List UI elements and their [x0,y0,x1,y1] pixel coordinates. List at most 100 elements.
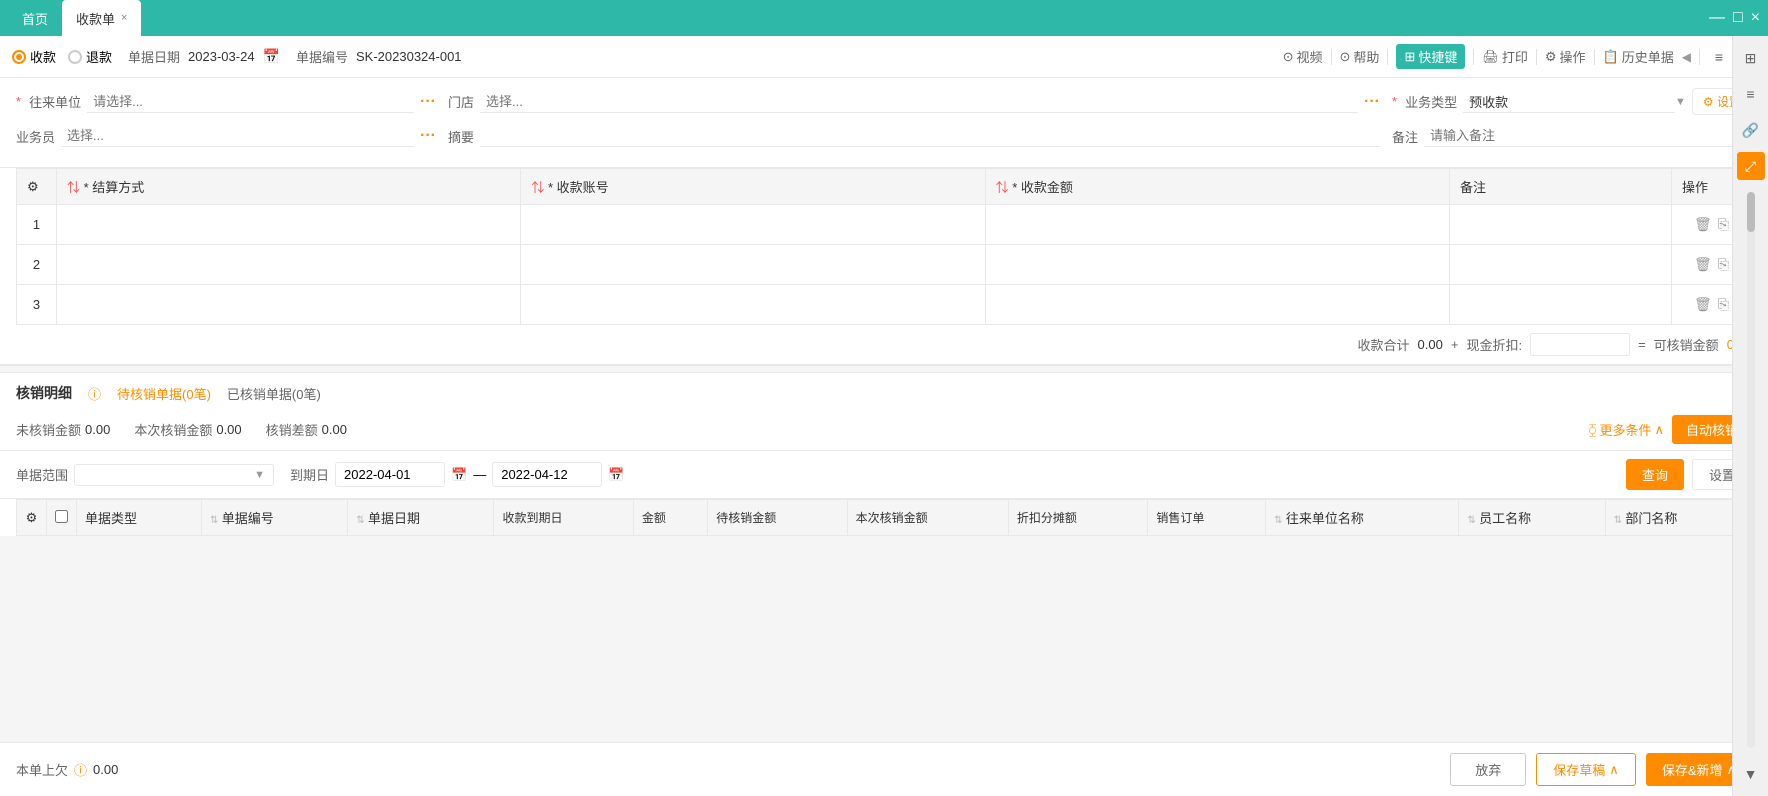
sidebar-table-icon[interactable]: ⊞ [1737,44,1765,72]
range-dropdown-arrow: ▼ [254,469,265,481]
row-3-amount[interactable] [985,285,1449,325]
tab-bar: 首页 收款单 × — □ × [0,0,1768,36]
bth-sales-order: 销售订单 [1148,500,1266,536]
maximize-icon[interactable]: □ [1733,9,1743,27]
more-conditions-btn[interactable]: ⧲ 更多条件 ∧ [1589,420,1664,439]
gear-icon-bottom: ⚙ [26,510,38,525]
draft-btn-label: 保存草稿 [1553,760,1605,779]
tab-pending[interactable]: 待核销单据(0笔) [117,384,211,403]
divider-3 [1473,49,1474,65]
footer-val: 0.00 [93,762,118,777]
row-3-settlement[interactable] [57,285,521,325]
info-icon[interactable]: ⓘ [88,384,101,403]
tab-close-icon[interactable]: × [121,12,127,24]
biz-type-input[interactable] [1463,91,1675,113]
close-icon[interactable]: × [1751,9,1760,27]
chevron-up-icon: ∧ [1654,422,1664,438]
staff-more-btn[interactable]: ··· [420,127,436,145]
ops-icon: ⚙ [1545,49,1557,65]
discount-input[interactable] [1530,333,1630,356]
row-3-account[interactable] [521,285,985,325]
list-view-icon[interactable]: ≡ [1708,46,1730,68]
print-btn[interactable]: 🖨 打印 [1482,47,1528,66]
delete-icon-3[interactable]: 🗑 [1694,296,1712,313]
row-3-remark[interactable] [1449,285,1671,325]
ops-btn[interactable]: ⚙ 操作 [1545,47,1586,66]
biz-type-arrow[interactable]: ▼ [1675,96,1686,108]
row-1-amount[interactable] [985,205,1449,245]
sidebar-expand-icon[interactable]: ⤢ [1737,152,1765,180]
doc-date-value: 2023-03-24 [188,49,255,64]
sidebar-link-icon[interactable]: 🔗 [1737,116,1765,144]
footer-info-icon[interactable]: ⓘ [74,760,87,779]
row-2-amount[interactable] [985,245,1449,285]
row-2-account[interactable] [521,245,985,285]
date-from-input[interactable] [335,462,445,487]
staff-field: 业务员 ··· [16,125,436,147]
counterparty-input[interactable] [87,91,414,113]
row-1-account[interactable] [521,205,985,245]
sidebar-list-icon[interactable]: ≡ [1737,80,1765,108]
tab-home[interactable]: 首页 [8,0,62,36]
video-btn[interactable]: ⊙ 视频 [1283,47,1323,66]
copy-icon-1[interactable]: ⎘ [1718,216,1729,233]
bottom-table: ⚙ 单据类型 ⇅ 单据编号 ⇅ [16,499,1752,536]
staff-input[interactable] [61,125,414,147]
shortcut-btn[interactable]: ⊞ 快捷键 [1396,44,1465,69]
radio-shouquan[interactable]: 收款 [12,47,56,66]
bth-checkbox-col[interactable] [47,500,77,536]
minimize-icon[interactable]: — [1709,9,1725,27]
store-more-btn[interactable]: ··· [1364,93,1380,111]
th-gear[interactable]: ⚙ [17,169,57,205]
tab-done[interactable]: 已核销单据(0笔) [227,384,321,403]
query-btn[interactable]: 查询 [1626,459,1684,490]
radio-tuiquan[interactable]: 退款 [68,47,112,66]
bth-staff: ⇅ 员工名称 [1459,500,1605,536]
bth-checkbox[interactable]: ⚙ [17,500,47,536]
delete-icon-1[interactable]: 🗑 [1694,216,1712,233]
help-btn[interactable]: ⊙ 帮助 [1340,47,1380,66]
scrollbar-track[interactable] [1747,192,1755,748]
bth-due: 收款到期日 [494,500,633,536]
this-check-val: 0.00 [216,422,241,437]
date-from-cal-icon[interactable]: 📅 [451,467,467,483]
copy-icon-2[interactable]: ⎘ [1718,256,1729,273]
doc-no-label: 单据编号 [296,47,348,66]
summary-row: 收款合计 0.00 + 现金折扣: = 可核销金额 0.00 [0,325,1768,365]
date-to-input[interactable] [492,462,602,487]
table-container: ⚙ ⇅ * 结算方式 ⇅ * 收款账号 ⇅ * 收款金额 [0,168,1768,325]
delete-icon-2[interactable]: 🗑 [1694,256,1712,273]
toolbar-right: ⊙ 视频 ⊙ 帮助 ⊞ 快捷键 🖨 打印 [1283,44,1756,69]
filter-row: 单据范围 ▼ 到期日 📅 — 📅 查询 设置 [0,450,1768,499]
bth-discount: 折扣分摊额 [1008,500,1147,536]
diff-val: 0.00 [322,422,347,437]
range-select[interactable]: ▼ [74,464,274,486]
row-2-settlement[interactable] [57,245,521,285]
section-title: 核销明细 [16,383,72,403]
row-2-remark[interactable] [1449,245,1671,285]
history-btn[interactable]: 📋 历史单据 [1603,47,1674,66]
scrollbar-thumb[interactable] [1747,192,1755,232]
store-input[interactable] [480,91,1358,113]
calendar-icon[interactable]: 📅 [263,48,280,65]
select-all-checkbox[interactable] [55,510,68,523]
this-check-label: 本次核销金额 [134,420,212,439]
nav-prev-icon[interactable]: ◀ [1682,50,1691,64]
more-conditions-label: 更多条件 [1599,420,1651,439]
summary-input[interactable] [480,125,1380,147]
counterparty-more-btn[interactable]: ··· [420,93,436,111]
sidebar-down-icon[interactable]: ▼ [1737,760,1765,788]
draft-btn[interactable]: 保存草稿 ∧ [1536,753,1636,786]
radio-dot-active [12,50,26,64]
date-to-cal-icon[interactable]: 📅 [608,467,624,483]
copy-icon-3[interactable]: ⎘ [1718,296,1729,313]
row-1-remark[interactable] [1449,205,1671,245]
divider-4 [1536,49,1537,65]
row-1-settlement[interactable] [57,205,521,245]
biz-type-select[interactable]: ▼ [1463,91,1686,113]
radio-label-shouquan: 收款 [30,47,56,66]
doc-date-label: 单据日期 [128,47,180,66]
remark-input[interactable] [1424,125,1752,147]
tab-active[interactable]: 收款单 × [62,0,141,36]
discard-btn[interactable]: 放弃 [1450,753,1526,786]
